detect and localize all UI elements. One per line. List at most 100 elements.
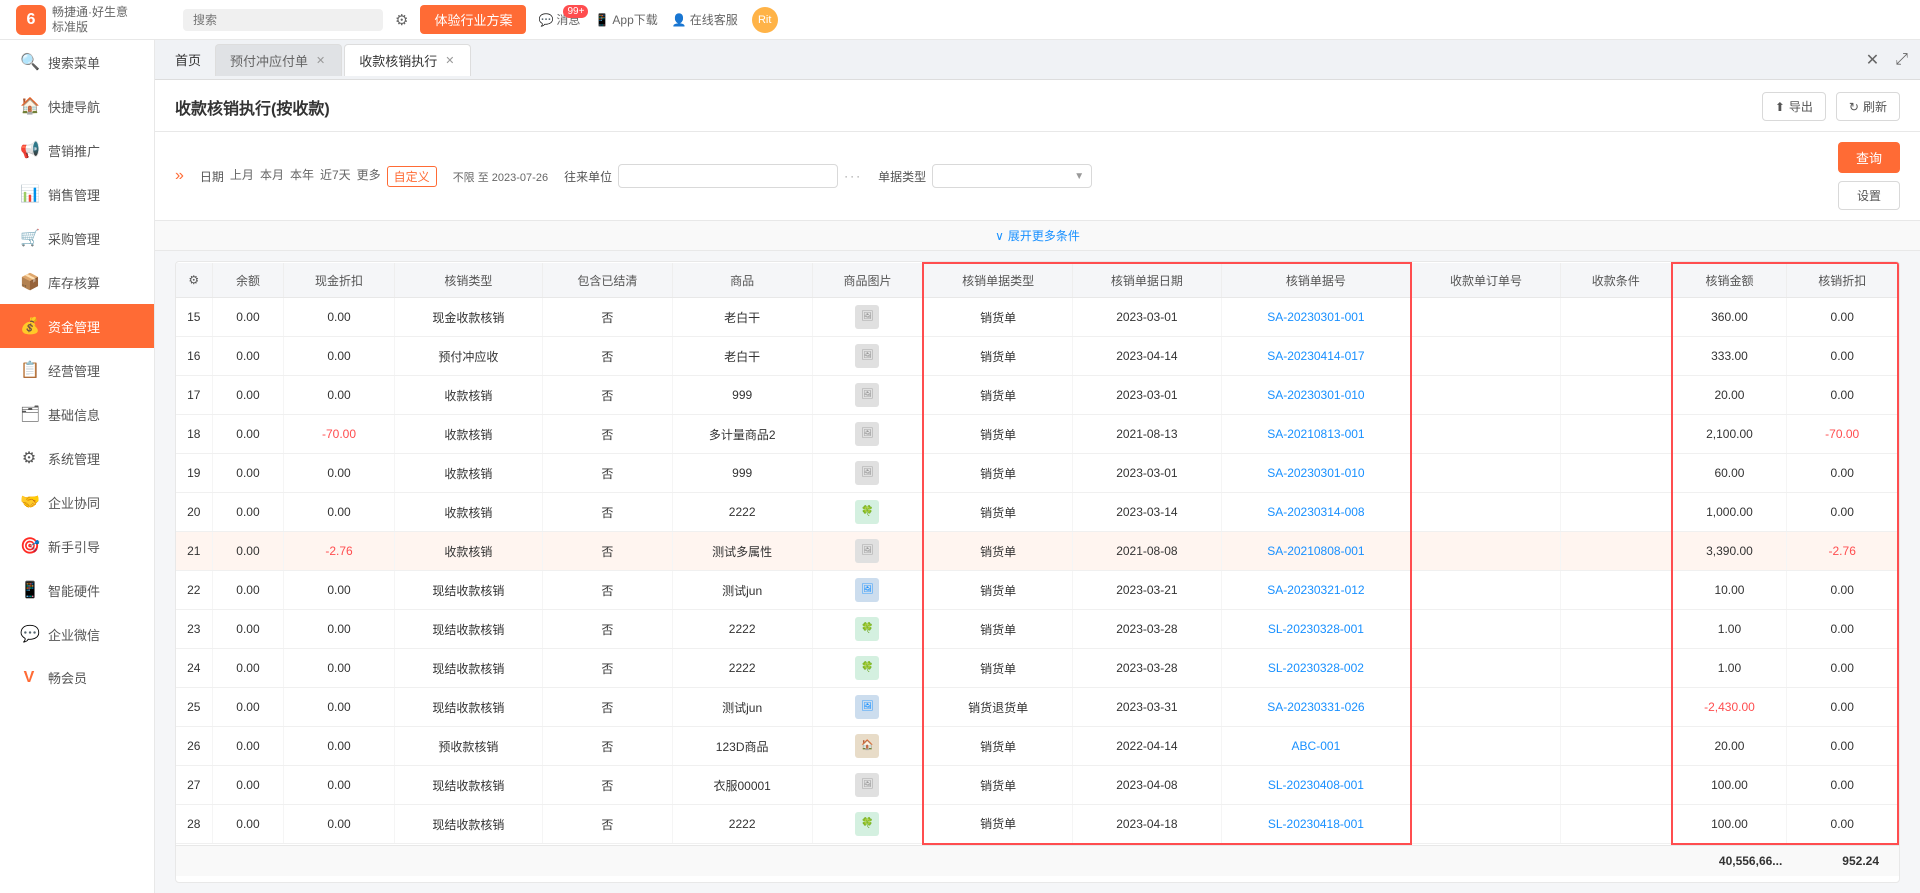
- verify-no-link[interactable]: SA-20230301-010: [1267, 466, 1364, 480]
- refresh-icon: ↻: [1849, 100, 1859, 114]
- service-btn[interactable]: 👤 在线客服: [672, 11, 738, 28]
- main-layout: 🔍 搜索菜单 🏠 快捷导航 📢 营销推广 📊 销售管理 🛒 采购管理 📦 库存核…: [0, 40, 1920, 893]
- cell-receipt-condition: [1561, 376, 1672, 415]
- tab-expand-btn[interactable]: ⤢: [1891, 49, 1912, 71]
- tab-prepay-close[interactable]: ✕: [314, 53, 327, 68]
- date-7days[interactable]: 近7天: [320, 166, 351, 187]
- cell-receipt-order-no: [1411, 610, 1560, 649]
- cell-verify-discount: 0.00: [1787, 610, 1898, 649]
- table-row: 19 0.00 0.00 收款核销 否 999 🖼 销货单 2023-03-01…: [176, 454, 1898, 493]
- cell-verify-order-type: 销货单: [923, 298, 1072, 337]
- verify-no-link[interactable]: SA-20230301-010: [1267, 388, 1364, 402]
- sidebar-item-inventory[interactable]: 📦 库存核算: [0, 260, 154, 304]
- tab-bar-actions: ✕ ⤢: [1862, 48, 1912, 72]
- tab-verify[interactable]: 收款核销执行 ✕: [344, 44, 471, 76]
- sidebar-item-purchase[interactable]: 🛒 采购管理: [0, 216, 154, 260]
- verify-no-link[interactable]: SL-20230328-002: [1268, 661, 1364, 675]
- sidebar-item-finance[interactable]: 💰 资金管理: [0, 304, 154, 348]
- cell-include-cleared: 否: [543, 415, 672, 454]
- cell-balance: 0.00: [212, 298, 284, 337]
- sidebar-item-management[interactable]: 📋 经营管理: [0, 348, 154, 392]
- cell-receipt-condition: [1561, 415, 1672, 454]
- avatar[interactable]: Rit: [752, 7, 778, 33]
- home-icon: 🏠: [20, 96, 38, 116]
- cell-cash-discount: 0.00: [284, 727, 394, 766]
- cell-id: 18: [176, 415, 212, 454]
- tab-bar: 首页 预付冲应付单 ✕ 收款核销执行 ✕ ✕ ⤢: [155, 40, 1920, 80]
- table-wrapper[interactable]: ⚙ 余额 现金折扣 核销类型 包含已结清 商品 商品图片 核销单据类型 核销单据…: [175, 261, 1900, 883]
- th-gear[interactable]: ⚙: [176, 263, 212, 298]
- cell-verify-discount: -70.00: [1787, 415, 1898, 454]
- sidebar-item-system[interactable]: ⚙ 系统管理: [0, 436, 154, 480]
- cell-verify-no: SA-20230301-010: [1221, 376, 1411, 415]
- date-more[interactable]: 更多: [357, 166, 381, 187]
- cell-receipt-order-no: [1411, 454, 1560, 493]
- verify-no-link[interactable]: SA-20230314-008: [1267, 505, 1364, 519]
- tab-verify-close[interactable]: ✕: [443, 53, 456, 68]
- sidebar-item-member[interactable]: V 畅会员: [0, 656, 154, 699]
- verify-no-link[interactable]: SA-20230321-012: [1267, 583, 1364, 597]
- cell-balance: 0.00: [212, 610, 284, 649]
- cell-goods: 999: [672, 376, 812, 415]
- cell-verify-no: SA-20230321-012: [1221, 571, 1411, 610]
- tab-close-all-btn[interactable]: ✕: [1862, 48, 1883, 72]
- cell-verify-no: SA-20230331-026: [1221, 688, 1411, 727]
- verify-no-link[interactable]: SA-20230414-017: [1267, 349, 1364, 363]
- date-range-display: 不限 至 2023-07-26: [453, 169, 548, 185]
- sidebar-item-hardware[interactable]: 📱 智能硬件: [0, 568, 154, 612]
- cell-id: 24: [176, 649, 212, 688]
- sidebar-item-wechat[interactable]: 💬 企业微信: [0, 612, 154, 656]
- partner-input[interactable]: [618, 164, 838, 188]
- date-last-month[interactable]: 上月: [230, 166, 254, 187]
- sidebar-item-search[interactable]: 🔍 搜索菜单: [0, 40, 154, 84]
- export-btn[interactable]: ⬆ 导出: [1762, 92, 1826, 121]
- tab-home[interactable]: 首页: [163, 44, 213, 75]
- cell-balance: 0.00: [212, 454, 284, 493]
- cell-goods-img: 🖼: [812, 376, 923, 415]
- expand-more-btn[interactable]: ∨ 展开更多条件: [995, 227, 1080, 244]
- verify-no-link[interactable]: SA-20210813-001: [1267, 427, 1364, 441]
- cell-verify-type: 收款核销: [394, 376, 543, 415]
- verify-no-link[interactable]: SL-20230418-001: [1268, 817, 1364, 831]
- export-icon: ⬆: [1775, 100, 1785, 114]
- industry-btn[interactable]: 体验行业方案: [420, 5, 526, 34]
- sidebar-item-nav[interactable]: 🏠 快捷导航: [0, 84, 154, 128]
- order-type-select[interactable]: [932, 164, 1092, 188]
- settings-btn[interactable]: 设置: [1838, 181, 1900, 210]
- table-row: 25 0.00 0.00 现结收款核销 否 测试jun 🖼 销货退货单 2023…: [176, 688, 1898, 727]
- table-row: 27 0.00 0.00 现结收款核销 否 衣服00001 🖼 销货单 2023…: [176, 766, 1898, 805]
- tab-prepay[interactable]: 预付冲应付单 ✕: [215, 44, 342, 76]
- date-this-month[interactable]: 本月: [260, 166, 284, 187]
- cell-verify-type: 收款核销: [394, 532, 543, 571]
- verify-no-link[interactable]: SA-20230331-026: [1267, 700, 1364, 714]
- app-download-btn[interactable]: 📱 App下载: [594, 11, 657, 28]
- cell-goods: 测试jun: [672, 688, 812, 727]
- partner-dots[interactable]: ···: [844, 169, 862, 183]
- verify-no-link[interactable]: SL-20230408-001: [1268, 778, 1364, 792]
- search-icon: 🔍: [20, 52, 38, 72]
- cell-verify-date: 2021-08-08: [1073, 532, 1222, 571]
- sidebar-item-base[interactable]: 🗂 基础信息: [0, 392, 154, 436]
- cell-include-cleared: 否: [543, 571, 672, 610]
- cell-verify-amount: 1.00: [1672, 610, 1787, 649]
- message-btn[interactable]: 💬 消息 99+: [538, 11, 580, 28]
- cell-cash-discount: 0.00: [284, 493, 394, 532]
- sidebar-item-guide[interactable]: 🎯 新手引导: [0, 524, 154, 568]
- sidebar-item-sales[interactable]: 📊 销售管理: [0, 172, 154, 216]
- cell-id: 21: [176, 532, 212, 571]
- filter-toggle-btn[interactable]: »: [175, 167, 184, 185]
- filter-action-group: 查询 设置: [1838, 142, 1900, 210]
- gear-icon[interactable]: ⚙: [395, 11, 408, 29]
- verify-no-link[interactable]: ABC-001: [1292, 739, 1341, 753]
- sidebar-item-enterprise[interactable]: 🤝 企业协同: [0, 480, 154, 524]
- refresh-btn[interactable]: ↻ 刷新: [1836, 92, 1900, 121]
- cell-balance: 0.00: [212, 532, 284, 571]
- verify-no-link[interactable]: SA-20230301-001: [1267, 310, 1364, 324]
- date-this-year[interactable]: 本年: [290, 166, 314, 187]
- search-input[interactable]: [183, 9, 383, 31]
- date-custom[interactable]: 自定义: [387, 166, 437, 187]
- verify-no-link[interactable]: SA-20210808-001: [1267, 544, 1364, 558]
- verify-no-link[interactable]: SL-20230328-001: [1268, 622, 1364, 636]
- sidebar-item-marketing[interactable]: 📢 营销推广: [0, 128, 154, 172]
- query-btn[interactable]: 查询: [1838, 142, 1900, 173]
